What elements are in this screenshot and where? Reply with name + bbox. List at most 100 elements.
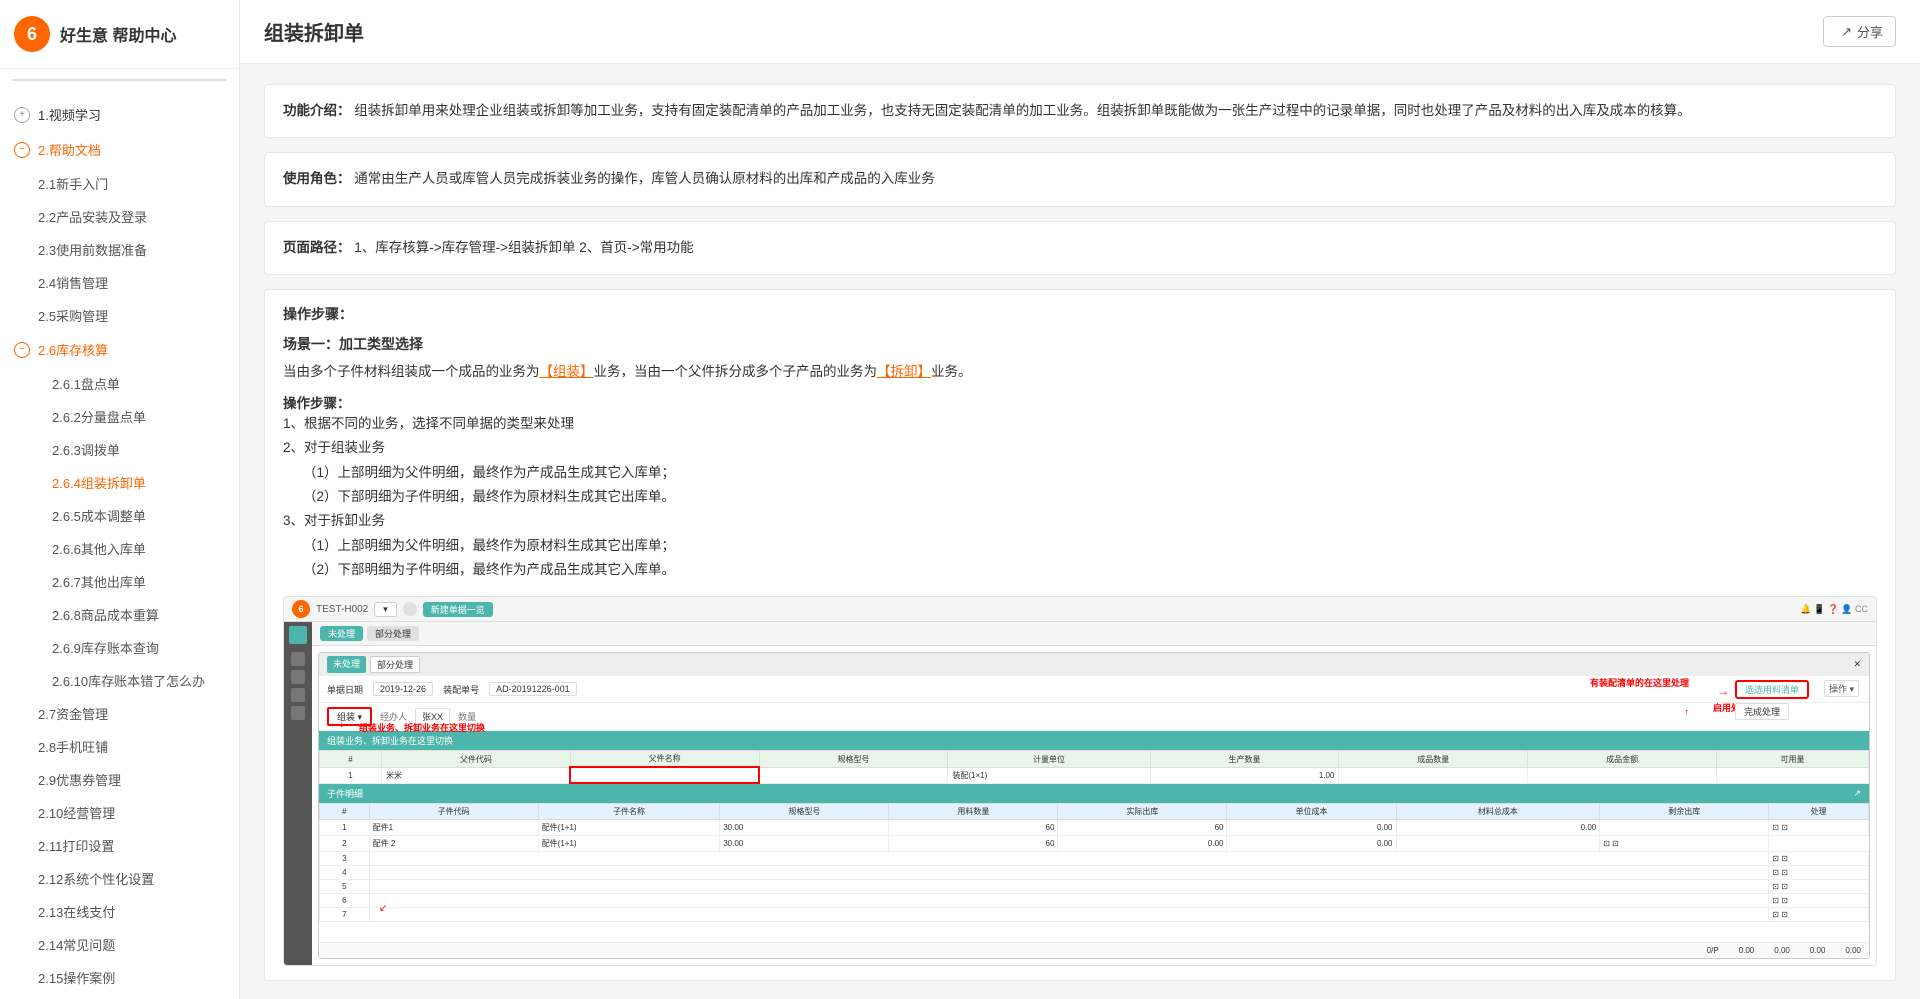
form-tab-partial: 部分处理 — [370, 656, 420, 673]
parent-table-wrapper: # 父件代码 父件名称 规格型号 计量单位 生产数量 成品数量 成品金额 — [319, 750, 1869, 784]
sidebar-item-partial-stocktake[interactable]: 2.6.2分量盘点单 — [0, 400, 239, 433]
annotation1: 有装配清单的在这里处理 — [1590, 676, 1689, 689]
sidebar-nav: + 1.视频学习 − 2.帮助文档 2.1新手入门 2.2产品安装及登录 2.3… — [0, 91, 239, 999]
sidebar-item-other-in[interactable]: 2.6.6其他入库单 — [0, 532, 239, 565]
td-code: 米米 — [381, 767, 570, 783]
scenario1-title: 场景一：加工类型选择 — [283, 334, 1877, 354]
app-logo: 6 — [14, 16, 50, 52]
screenshot-icons: 🔔 📱 ❓ 👤 CC — [1800, 604, 1868, 615]
sub-table-body: 1 配件1 配件(1+1) 30.00 60 60 0.00 0.00 — [320, 820, 1869, 922]
sidebar-item-inventory[interactable]: − 2.6库存核算 — [0, 332, 239, 367]
sub-td-2-code: 配件 2 — [369, 836, 538, 852]
section-header-sub: 子件明细 ↗ — [319, 784, 1869, 803]
app-title: 好生意 帮助中心 — [60, 22, 176, 46]
th-fin-qty: 成品数量 — [1339, 751, 1528, 768]
sidebar-item-docs[interactable]: − 2.帮助文档 — [0, 132, 239, 167]
close-icon: ✕ — [1853, 659, 1861, 670]
date-value: 2019-12-26 — [373, 682, 433, 696]
sub-th-num: # — [320, 804, 370, 820]
sub-td-2-name: 配件(1+1) — [538, 836, 720, 852]
tab-partial: 部分处理 — [367, 626, 419, 641]
sub-row-5: 5 ⊡ ⊡ — [320, 880, 1869, 894]
ops-steps-title: 操作步骤： — [283, 304, 1877, 324]
sub-th-unit-cost: 单位成本 — [1227, 804, 1396, 820]
nav-group-docs: − 2.帮助文档 2.1新手入门 2.2产品安装及登录 2.3使用前数据准备 2… — [0, 132, 239, 994]
step3-sub2: （2）下部明细为子件明细，最终作为产成品生成其它入库单。 — [283, 558, 1877, 582]
sub-td-6-empty — [369, 894, 1769, 908]
sub-td-1-actual: 60 — [1058, 820, 1227, 836]
sidebar-item-stocktake[interactable]: 2.6.1盘点单 — [0, 367, 239, 400]
sub-table: # 子件代码 子件名称 规格型号 用料数量 实际出库 单位成本 材料总成本 — [319, 803, 1869, 922]
screenshot-form-window: 未处理 部分处理 ✕ 单据日期 2019-12-26 装配单号 — [318, 652, 1870, 959]
sidebar-item-transfer[interactable]: 2.6.3调拨单 — [0, 433, 239, 466]
sub-td-3-empty — [369, 852, 1769, 866]
screenshot-iconbar — [284, 622, 312, 965]
th-num: # — [320, 751, 382, 768]
sidebar-item-assembly[interactable]: 2.6.4组装拆卸单 — [0, 466, 239, 499]
footer-remain: 0.00 — [1845, 946, 1861, 955]
th-parent-code: 父件代码 — [381, 751, 570, 768]
steps-label: 操作步骤： — [283, 392, 1877, 412]
sub-td-2-action: ⊡ ⊡ — [1600, 836, 1769, 852]
td-unit: 装配(1×1) — [948, 767, 1150, 783]
sub-row-4: 4 ⊡ ⊡ — [320, 866, 1869, 880]
sub-td-4-num: 4 — [320, 866, 370, 880]
search-input[interactable] — [13, 79, 209, 81]
search-box[interactable]: 🔍 — [12, 79, 227, 81]
search-icon[interactable]: 🔍 — [209, 79, 227, 81]
sidebar-item-purchase[interactable]: 2.5采购管理 — [0, 299, 239, 332]
sub-td-3-action: ⊡ ⊡ — [1769, 852, 1869, 866]
screenshot-block: 6 TEST-H002 ▾ 新建单据一览 🔔 📱 ❓ 👤 CC — [283, 596, 1877, 966]
sidebar-item-payment[interactable]: 2.13在线支付 — [0, 895, 239, 928]
sub-td-1-action: ⊡ ⊡ — [1769, 820, 1869, 836]
feature-intro-text: 组装拆卸单用来处理企业组装或拆卸等加工业务，支持有固定装配清单的产品加工业务，也… — [354, 103, 1691, 118]
confirm-btn: 完成处理 — [1735, 703, 1789, 720]
sidebar-item-data-prep[interactable]: 2.3使用前数据准备 — [0, 233, 239, 266]
sidebar-item-ops[interactable]: 2.10经营管理 — [0, 796, 239, 829]
sidebar-item-finance[interactable]: 2.7资金管理 — [0, 697, 239, 730]
sub-table-wrapper: # 子件代码 子件名称 规格型号 用料数量 实际出库 单位成本 材料总成本 — [319, 803, 1869, 922]
sub-row-7: 7 ⊡ ⊡ — [320, 908, 1869, 922]
sidebar-item-install[interactable]: 2.2产品安装及登录 — [0, 200, 239, 233]
form-fields-row: 单据日期 2019-12-26 装配单号 AD-20191226-001 有装配… — [319, 676, 1869, 703]
role-label: 使用角色： — [283, 171, 351, 186]
sub-th-spec: 规格型号 — [720, 804, 889, 820]
sidebar-item-video[interactable]: + 1.视频学习 — [0, 97, 239, 132]
sidebar-item-mobile[interactable]: 2.8手机旺铺 — [0, 730, 239, 763]
screenshot-company: TEST-H002 — [316, 604, 368, 615]
footer-row: 0/P 0.00 0.00 0.00 0.00 — [319, 942, 1869, 958]
sidebar-item-cases[interactable]: 2.15操作案例 — [0, 961, 239, 994]
sidebar-item-stock-ledger[interactable]: 2.6.9库存账本查询 — [0, 631, 239, 664]
parent-table-row: 1 米米 装配(1×1) 1.00 — [320, 767, 1869, 783]
sub-th-total-cost: 材料总成本 — [1396, 804, 1600, 820]
sidebar-item-coupon[interactable]: 2.9优惠券管理 — [0, 763, 239, 796]
form-window-title: 未处理 部分处理 ✕ — [319, 653, 1869, 676]
sidebar-item-cost-adjust[interactable]: 2.6.5成本调整单 — [0, 499, 239, 532]
sub-td-1-spec: 30.00 — [720, 820, 889, 836]
share-button[interactable]: ↗ 分享 — [1823, 16, 1896, 47]
sidebar-item-other-out[interactable]: 2.6.7其他出库单 — [0, 565, 239, 598]
sub-td-1-qty: 60 — [889, 820, 1058, 836]
sidebar-item-newbie[interactable]: 2.1新手入门 — [0, 167, 239, 200]
sidebar-item-faq[interactable]: 2.14常见问题 — [0, 928, 239, 961]
assembly-label: 装配单号 — [443, 683, 479, 696]
th-spec: 规格型号 — [759, 751, 948, 768]
extra-btns: 操作 ▾ — [1824, 680, 1859, 697]
sidebar-item-sales[interactable]: 2.4销售管理 — [0, 266, 239, 299]
arrow1: → — [1717, 684, 1729, 698]
step2: 2、对于组装业务 — [283, 436, 1877, 460]
sidebar-item-cost-recalc[interactable]: 2.6.8商品成本重算 — [0, 598, 239, 631]
sub-td-5-num: 5 — [320, 880, 370, 894]
sub-td-1-total: 0.00 — [1396, 820, 1600, 836]
sidebar-item-print[interactable]: 2.11打印设置 — [0, 829, 239, 862]
sidebar-item-ledger-issue[interactable]: 2.6.10库存账本错了怎么办 — [0, 664, 239, 697]
nav-sub-items: 2.1新手入门 2.2产品安装及登录 2.3使用前数据准备 2.4销售管理 2.… — [0, 167, 239, 994]
screenshot-main: 未处理 部分处理 未处理 部分处理 ✕ — [312, 622, 1876, 965]
sub-td-4-action: ⊡ ⊡ — [1769, 866, 1869, 880]
sub-td-2-remain — [1396, 836, 1600, 852]
refresh-icon: ↗ — [1853, 788, 1861, 799]
td-prod-qty: 1.00 — [1150, 767, 1339, 783]
sub-th-qty: 用料数量 — [889, 804, 1058, 820]
sidebar-item-settings[interactable]: 2.12系统个性化设置 — [0, 862, 239, 895]
share-icon: ↗ — [1841, 24, 1852, 40]
